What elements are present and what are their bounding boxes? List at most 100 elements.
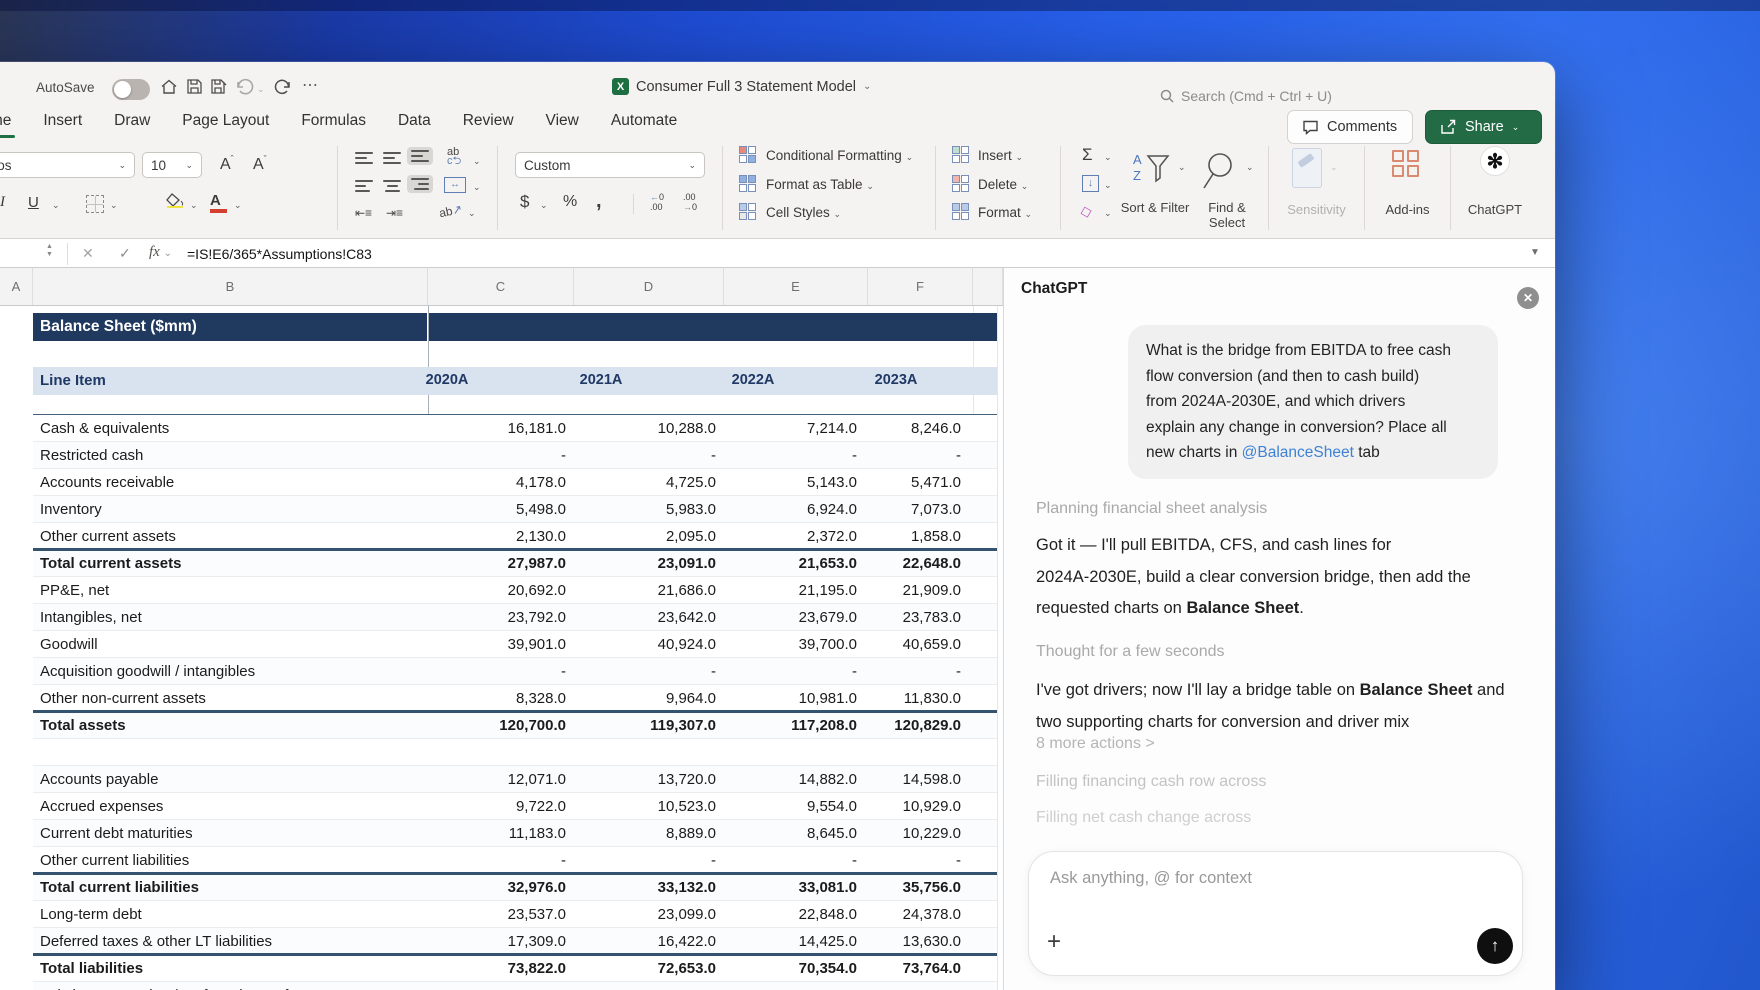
cell-value[interactable]: 10,981.0: [724, 690, 868, 707]
fill-color-chevron-icon[interactable]: ⌄: [190, 200, 198, 211]
cell-value[interactable]: 23,783.0: [868, 609, 973, 626]
sheet-title-band[interactable]: [429, 313, 997, 341]
cell-line-item[interactable]: Deferred taxes & other LT liabilities: [33, 933, 428, 950]
borders-icon[interactable]: [86, 195, 104, 213]
cell-line-item[interactable]: Total current assets: [33, 555, 428, 572]
column-header-A[interactable]: A: [0, 268, 33, 305]
cell-value[interactable]: 23,537.0: [428, 906, 574, 923]
align-bottom-icon[interactable]: [407, 147, 433, 165]
cell-value[interactable]: 1,858.0: [868, 528, 973, 545]
cell-value[interactable]: 8,328.0: [428, 690, 574, 707]
cell-value[interactable]: 4,178.0: [428, 474, 574, 491]
table-header-row[interactable]: Line Item 2020A 2021A 2022A 2023A: [33, 367, 997, 395]
number-format-select[interactable]: Custom ⌄: [515, 152, 705, 178]
column-header-partial[interactable]: [973, 268, 1003, 305]
cell-value[interactable]: 14,425.0: [724, 933, 868, 950]
cell-line-item[interactable]: Accrued expenses: [33, 798, 428, 815]
more-commands-icon[interactable]: ⋯: [302, 75, 318, 95]
tab-data[interactable]: Data: [398, 108, 431, 138]
name-box-stepper[interactable]: ▲ ▼: [46, 243, 53, 259]
cell-line-item[interactable]: Other non-current assets: [33, 690, 428, 707]
percent-format-icon[interactable]: %: [563, 193, 577, 211]
decrease-indent-icon[interactable]: ⇤≡: [355, 206, 372, 220]
confirm-entry-icon[interactable]: ✓: [119, 245, 131, 262]
cell-line-item[interactable]: Accounts receivable: [33, 474, 428, 491]
align-middle-icon[interactable]: [383, 152, 401, 164]
comma-format-icon[interactable]: ,: [596, 190, 602, 213]
cell-value[interactable]: -: [724, 447, 868, 464]
undo-chevron-icon[interactable]: ⌄: [257, 84, 265, 95]
cell-value[interactable]: -: [574, 852, 724, 869]
insert-cells-icon[interactable]: [952, 146, 969, 163]
cell-value[interactable]: -: [868, 663, 973, 680]
cell-value[interactable]: 313.0: [868, 987, 973, 990]
cell-value[interactable]: 9,554.0: [724, 798, 868, 815]
cell-value[interactable]: 8,645.0: [724, 825, 868, 842]
cell-value[interactable]: 23,642.0: [574, 609, 724, 626]
cancel-entry-icon[interactable]: ✕: [82, 245, 94, 262]
cell-value[interactable]: 17,309.0: [428, 933, 574, 950]
column-header-E[interactable]: E: [724, 268, 868, 305]
formula-text[interactable]: =IS!E6/365*Assumptions!C83: [187, 246, 372, 262]
cell-value[interactable]: 5,471.0: [868, 474, 973, 491]
sheet-title-cell[interactable]: Balance Sheet ($mm): [33, 313, 427, 341]
cell-value[interactable]: 10,229.0: [868, 825, 973, 842]
cell-value[interactable]: 21,653.0: [724, 555, 868, 572]
cell-value[interactable]: 6,924.0: [724, 501, 868, 518]
cell-value[interactable]: 21,195.0: [724, 582, 868, 599]
cell-value[interactable]: 16,181.0: [428, 420, 574, 437]
format-cells-label[interactable]: Format ⌄: [978, 205, 1032, 220]
cell-value[interactable]: 22,648.0: [868, 555, 973, 572]
cell-value[interactable]: 4,725.0: [574, 474, 724, 491]
cell-value[interactable]: 21,686.0: [574, 582, 724, 599]
align-top-icon[interactable]: [355, 152, 373, 164]
fill-color-icon[interactable]: [166, 193, 185, 211]
insert-cells-label[interactable]: Insert ⌄: [978, 148, 1023, 163]
cell-value[interactable]: 2,095.0: [574, 528, 724, 545]
cell-value[interactable]: 35,756.0: [868, 879, 973, 896]
decrease-decimal-icon[interactable]: ←0.00: [650, 192, 664, 212]
cell-value[interactable]: 10,523.0: [574, 798, 724, 815]
addins-icon[interactable]: [1392, 150, 1419, 177]
cell-line-item[interactable]: Accounts payable: [33, 771, 428, 788]
increase-indent-icon[interactable]: ⇥≡: [386, 206, 403, 220]
font-size-select[interactable]: 10 ⌄: [142, 152, 202, 178]
cell-line-item[interactable]: Goodwill: [33, 636, 428, 653]
cell-value[interactable]: 5,983.0: [574, 501, 724, 518]
cell-value[interactable]: 117,208.0: [724, 717, 868, 734]
find-select-icon[interactable]: [1200, 150, 1240, 195]
cell-value[interactable]: 40,924.0: [574, 636, 724, 653]
more-actions-link[interactable]: 8 more actions >: [1036, 735, 1155, 753]
column-header-B[interactable]: B: [33, 268, 428, 305]
cell-line-item[interactable]: Existing mezzanine / preferred, net of: [33, 987, 428, 990]
cell-value[interactable]: 2,130.0: [428, 528, 574, 545]
cell-value[interactable]: 9,722.0: [428, 798, 574, 815]
cell-value[interactable]: 120,700.0: [428, 717, 574, 734]
chatgpt-logo-icon[interactable]: ✻: [1480, 146, 1510, 176]
cell-value[interactable]: 20,692.0: [428, 582, 574, 599]
cell-line-item[interactable]: Restricted cash: [33, 447, 428, 464]
conditional-formatting-icon[interactable]: [739, 146, 756, 163]
cell-value[interactable]: 23,792.0: [428, 609, 574, 626]
cell-value[interactable]: 9,964.0: [574, 690, 724, 707]
wrap-text-icon[interactable]: ab c⮌: [447, 147, 461, 167]
close-panel-icon[interactable]: ✕: [1517, 287, 1539, 309]
format-as-table-icon[interactable]: [739, 175, 756, 192]
clear-chevron-icon[interactable]: ⌄: [1104, 208, 1112, 219]
document-title-group[interactable]: X Consumer Full 3 Statement Model ⌄: [612, 78, 871, 95]
cell-value[interactable]: 11,183.0: [428, 825, 574, 842]
fill-chevron-icon[interactable]: ⌄: [1104, 180, 1112, 191]
find-select-label[interactable]: Find & Select: [1192, 200, 1262, 230]
comments-button[interactable]: Comments: [1287, 110, 1413, 144]
cell-line-item[interactable]: Total assets: [33, 717, 428, 734]
merge-chevron-icon[interactable]: ⌄: [473, 182, 481, 193]
cell-value[interactable]: 13,630.0: [868, 933, 973, 950]
column-header-F[interactable]: F: [868, 268, 973, 305]
cell-value[interactable]: 7,073.0: [868, 501, 973, 518]
align-left-icon[interactable]: [355, 180, 373, 192]
cell-value[interactable]: 12,071.0: [428, 771, 574, 788]
delete-cells-icon[interactable]: [952, 175, 969, 192]
cell-value[interactable]: 7,214.0: [724, 420, 868, 437]
cell-styles-icon[interactable]: [739, 203, 756, 220]
cell-value[interactable]: 10,288.0: [574, 420, 724, 437]
